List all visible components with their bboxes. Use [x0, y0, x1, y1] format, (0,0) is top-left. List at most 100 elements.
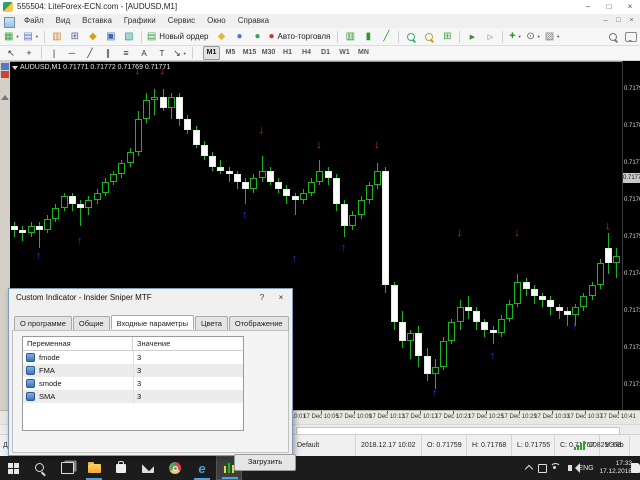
- task-view-button[interactable]: [54, 456, 80, 480]
- child-control-0[interactable]: –: [599, 15, 612, 26]
- community-button[interactable]: [250, 29, 266, 45]
- pen-tray-icon[interactable]: [536, 456, 548, 480]
- menu-item-4[interactable]: Сервис: [162, 14, 201, 28]
- chrome-button[interactable]: [162, 456, 188, 480]
- maximize-button[interactable]: □: [599, 0, 619, 13]
- chart-shift-button[interactable]: [482, 29, 498, 45]
- expert-advisors-button[interactable]: [232, 29, 248, 45]
- data-window-button[interactable]: [67, 29, 83, 45]
- clock[interactable]: 17:33 17.12.2018: [596, 456, 632, 480]
- table-row[interactable]: fmode 3: [23, 351, 243, 364]
- tray-expand-chevron[interactable]: [522, 456, 536, 480]
- candle-wick: [228, 167, 230, 182]
- market-watch-button[interactable]: [49, 29, 65, 45]
- feedback-button[interactable]: [623, 29, 639, 45]
- vertical-line-tool[interactable]: [46, 45, 62, 61]
- strategy-tester-button[interactable]: [121, 29, 137, 45]
- dialog-close-button[interactable]: ×: [273, 291, 289, 304]
- volume-icon[interactable]: [563, 456, 580, 480]
- edge-button[interactable]: e: [189, 456, 215, 480]
- table-row[interactable]: FMA 3: [23, 364, 243, 377]
- candlestick-button[interactable]: [360, 29, 376, 45]
- price-axis[interactable]: 0.71795 0.71785 0.71775 0.71765 0.71755 0.717…: [622, 61, 640, 410]
- candle-body: [192, 130, 200, 145]
- child-control-1[interactable]: □: [612, 15, 625, 26]
- dialog-tab-3[interactable]: Цвета: [194, 316, 228, 330]
- table-row[interactable]: smode 3: [23, 377, 243, 390]
- timeframe-m15[interactable]: M15: [241, 46, 258, 60]
- navigator-button[interactable]: [85, 29, 101, 45]
- timeframe-m30[interactable]: M30: [260, 46, 277, 60]
- child-control-2[interactable]: ×: [625, 15, 638, 26]
- zoom-in-button[interactable]: [403, 29, 419, 45]
- menu-item-2[interactable]: Вставка: [76, 14, 118, 28]
- parameters-table[interactable]: Переменная Значение fmode 3 FMA 3 smode 3 SMA 3: [22, 336, 244, 431]
- dialog-tab-4[interactable]: Отображение: [228, 316, 289, 330]
- text-tool[interactable]: [136, 45, 152, 61]
- mail-button[interactable]: [135, 456, 161, 480]
- fibonacci-tool[interactable]: [118, 45, 134, 61]
- timeframe-d1[interactable]: D1: [317, 46, 334, 60]
- language-indicator[interactable]: ENG: [576, 456, 596, 480]
- wifi-icon[interactable]: [548, 456, 562, 480]
- start-button[interactable]: [0, 456, 26, 480]
- channel-tool[interactable]: [100, 45, 116, 61]
- periods-button[interactable]: [525, 29, 541, 45]
- crosshair-tool[interactable]: [21, 45, 37, 61]
- bar-chart-button[interactable]: [342, 29, 358, 45]
- file-explorer-button[interactable]: [81, 456, 107, 480]
- load-button[interactable]: Загрузить: [234, 454, 296, 471]
- tile-windows-button[interactable]: [439, 29, 455, 45]
- timeframe-mn[interactable]: MN: [355, 46, 372, 60]
- dialog-title-bar[interactable]: Custom Indicator - Insider Sniper MTF ? …: [9, 289, 292, 306]
- notification-center-icon[interactable]: [628, 456, 640, 480]
- arrows-tool[interactable]: [172, 45, 188, 61]
- menu-item-5[interactable]: Окно: [201, 14, 232, 28]
- table-row[interactable]: SMA 3: [23, 390, 243, 403]
- candle-body: [481, 322, 489, 330]
- menu-item-0[interactable]: Файл: [18, 14, 50, 28]
- dialog-tab-0[interactable]: О программе: [14, 316, 72, 330]
- line-chart-button[interactable]: [378, 29, 394, 45]
- metaeditor-button[interactable]: [214, 29, 230, 45]
- panel-close-button[interactable]: [1, 71, 9, 78]
- auto-trading-button[interactable]: Авто-торговля: [268, 29, 334, 45]
- timeframe-h1[interactable]: H1: [279, 46, 296, 60]
- auto-scroll-button[interactable]: [464, 29, 480, 45]
- horizontal-line-tool[interactable]: [64, 45, 80, 61]
- store-button[interactable]: [108, 456, 134, 480]
- candle-body: [382, 171, 390, 285]
- taskbar-search-button[interactable]: [27, 456, 53, 480]
- dialog-tab-1[interactable]: Общие: [72, 316, 110, 330]
- text-icon: [141, 48, 146, 59]
- panel-restore-button[interactable]: [1, 63, 9, 70]
- close-button[interactable]: ×: [620, 0, 640, 13]
- panel-up-arrow-icon[interactable]: [1, 91, 9, 100]
- one-click-trading-arrow-icon[interactable]: [12, 66, 18, 73]
- minimize-button[interactable]: –: [578, 0, 598, 13]
- timeframe-h4[interactable]: H4: [298, 46, 315, 60]
- trendline-tool[interactable]: [82, 45, 98, 61]
- menu-item-1[interactable]: Вид: [50, 14, 76, 28]
- new-order-button[interactable]: Новый ордер: [146, 29, 212, 45]
- indicators-button[interactable]: [507, 29, 523, 45]
- dialog-help-button[interactable]: ?: [254, 291, 270, 304]
- new-chart-button[interactable]: [3, 29, 20, 45]
- templates-button[interactable]: [544, 29, 561, 45]
- templates-icon: [545, 31, 554, 42]
- label-tool[interactable]: [154, 45, 170, 61]
- timeframe-w1[interactable]: W1: [336, 46, 353, 60]
- menu-item-6[interactable]: Справка: [232, 14, 275, 28]
- candle-body: [184, 119, 192, 130]
- timeframe-m1[interactable]: M1: [203, 46, 220, 60]
- candle-body: [19, 230, 27, 233]
- terminal-button[interactable]: [103, 29, 119, 45]
- profiles-button[interactable]: [22, 29, 39, 45]
- menu-item-3[interactable]: Графики: [118, 14, 162, 28]
- dialog-tab-2[interactable]: Входные параметры: [110, 315, 194, 329]
- search-button[interactable]: [605, 29, 621, 45]
- timeframe-m5[interactable]: M5: [222, 46, 239, 60]
- cursor-tool[interactable]: [3, 45, 19, 61]
- zoom-out-button[interactable]: [421, 29, 437, 45]
- candle-body: [431, 367, 439, 374]
